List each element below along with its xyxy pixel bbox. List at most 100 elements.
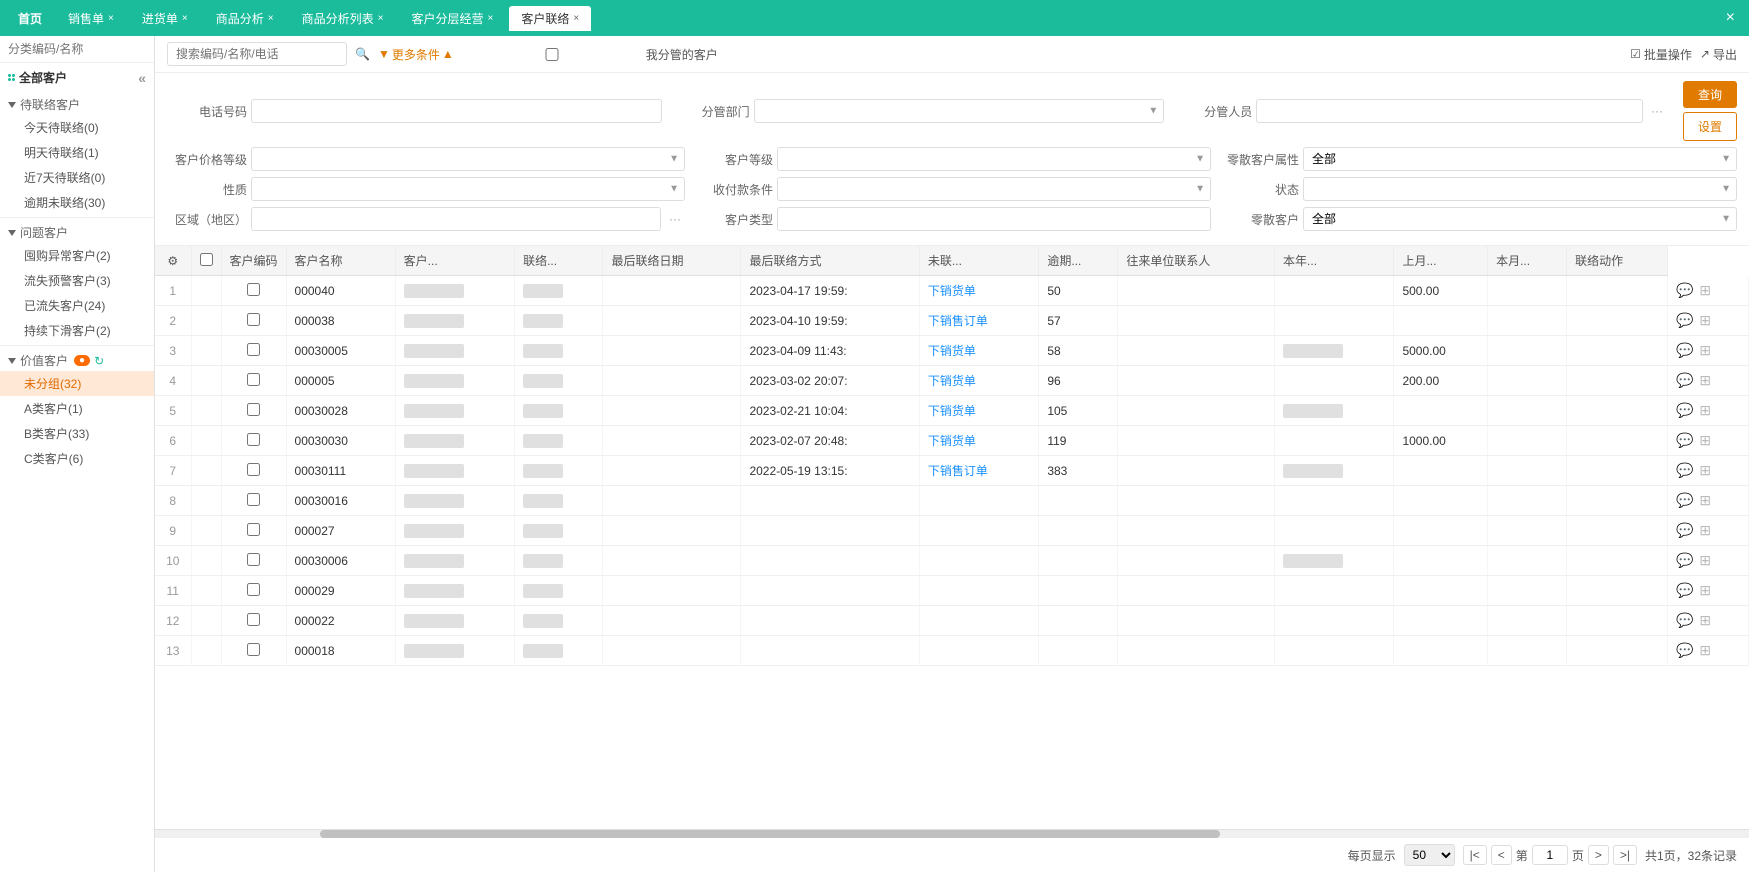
batch-ops-btn[interactable]: ☑ 批量操作 — [1630, 46, 1692, 63]
grade-select[interactable] — [777, 147, 1211, 171]
export-btn[interactable]: ↗ 导出 — [1700, 46, 1737, 63]
nav-tab-3[interactable]: 商品分析列表 × — [290, 6, 396, 31]
grid-action-icon[interactable]: ⊞ — [1699, 582, 1711, 599]
more-conditions-btn[interactable]: ▼ 更多条件 ▲ — [378, 46, 454, 63]
row-checkbox-cell[interactable] — [221, 336, 286, 366]
page-size-select[interactable]: 50 100 — [1404, 844, 1455, 866]
nav-home[interactable]: 首页 — [8, 6, 52, 31]
nav-tab-0[interactable]: 销售单 × — [56, 6, 126, 31]
row-checkbox[interactable] — [247, 313, 260, 326]
refresh-icon[interactable]: ↻ — [94, 354, 104, 368]
row-checkbox-cell[interactable] — [221, 516, 286, 546]
region-dots-icon[interactable]: ··· — [665, 212, 685, 226]
chat-icon[interactable]: 💬 — [1676, 552, 1693, 569]
chat-icon[interactable]: 💬 — [1676, 402, 1693, 419]
close-tab-2-icon[interactable]: × — [268, 13, 274, 24]
sidebar-collapse-btn[interactable]: « — [138, 70, 146, 86]
row-checkbox[interactable] — [247, 343, 260, 356]
col-settings-header[interactable]: ⚙ — [155, 246, 191, 276]
close-tab-4-icon[interactable]: × — [487, 13, 493, 24]
chat-icon[interactable]: 💬 — [1676, 582, 1693, 599]
grid-action-icon[interactable]: ⊞ — [1699, 402, 1711, 419]
row-checkbox[interactable] — [247, 403, 260, 416]
page-next-btn[interactable]: > — [1588, 845, 1609, 865]
sidebar-item-7days[interactable]: 近7天待联络(0) — [0, 165, 154, 190]
page-number-input[interactable] — [1532, 845, 1568, 865]
nature-select[interactable] — [251, 177, 685, 201]
sidebar-item-class-a[interactable]: A类客户(1) — [0, 396, 154, 421]
search-input[interactable] — [167, 42, 347, 66]
cust-type-input[interactable] — [777, 207, 1211, 231]
nav-tab-1[interactable]: 进货单 × — [130, 6, 200, 31]
row-checkbox-cell[interactable] — [221, 546, 286, 576]
sidebar-item-lost[interactable]: 已流失客户(24) — [0, 293, 154, 318]
row-checkbox-cell[interactable] — [221, 606, 286, 636]
chat-icon[interactable]: 💬 — [1676, 372, 1693, 389]
person-dots-icon[interactable]: ··· — [1647, 104, 1667, 118]
grid-action-icon[interactable]: ⊞ — [1699, 552, 1711, 569]
grid-action-icon[interactable]: ⊞ — [1699, 312, 1711, 329]
close-tab-1-icon[interactable]: × — [182, 13, 188, 24]
row-checkbox[interactable] — [247, 463, 260, 476]
phone-input[interactable] — [251, 99, 662, 123]
attr-select[interactable]: 全部 — [1303, 147, 1737, 171]
chat-icon[interactable]: 💬 — [1676, 462, 1693, 479]
chat-icon[interactable]: 💬 — [1676, 282, 1693, 299]
page-last-btn[interactable]: >| — [1613, 845, 1637, 865]
status-select[interactable] — [1303, 177, 1737, 201]
horizontal-scrollbar[interactable] — [155, 829, 1749, 837]
chat-icon[interactable]: 💬 — [1676, 522, 1693, 539]
contact-method-link[interactable]: 下销售订单 — [928, 314, 988, 328]
row-checkbox[interactable] — [247, 583, 260, 596]
grid-action-icon[interactable]: ⊞ — [1699, 462, 1711, 479]
sidebar-item-tomorrow[interactable]: 明天待联络(1) — [0, 140, 154, 165]
row-checkbox-cell[interactable] — [221, 576, 286, 606]
chat-icon[interactable]: 💬 — [1676, 642, 1693, 659]
row-checkbox[interactable] — [247, 433, 260, 446]
row-checkbox[interactable] — [247, 493, 260, 506]
row-checkbox-cell[interactable] — [221, 366, 286, 396]
chat-icon[interactable]: 💬 — [1676, 342, 1693, 359]
close-tab-5-icon[interactable]: × — [573, 13, 579, 24]
contact-method-link[interactable]: 下销货单 — [928, 404, 976, 418]
price-grade-select[interactable] — [251, 147, 685, 171]
row-checkbox[interactable] — [247, 373, 260, 386]
grid-action-icon[interactable]: ⊞ — [1699, 612, 1711, 629]
row-checkbox-cell[interactable] — [221, 276, 286, 306]
chat-icon[interactable]: 💬 — [1676, 612, 1693, 629]
sidebar-item-class-b[interactable]: B类客户(33) — [0, 421, 154, 446]
retail-select[interactable]: 全部 — [1303, 207, 1737, 231]
all-customers-header[interactable]: 全部客户 « — [0, 63, 154, 92]
contact-method-link[interactable]: 下销货单 — [928, 344, 976, 358]
row-checkbox[interactable] — [247, 283, 260, 296]
grid-action-icon[interactable]: ⊞ — [1699, 642, 1711, 659]
pay-select[interactable] — [777, 177, 1211, 201]
row-checkbox[interactable] — [247, 643, 260, 656]
contact-method-link[interactable]: 下销售订单 — [928, 464, 988, 478]
row-checkbox-cell[interactable] — [221, 486, 286, 516]
row-checkbox-cell[interactable] — [221, 426, 286, 456]
filter-search-icon[interactable]: 🔍 — [355, 47, 370, 61]
contact-method-link[interactable]: 下销货单 — [928, 434, 976, 448]
sidebar-item-attrition-warning[interactable]: 流失预警客户(3) — [0, 268, 154, 293]
my-customers-checkbox-label[interactable]: 我分管的客户 — [462, 46, 718, 63]
row-checkbox-cell[interactable] — [221, 396, 286, 426]
chat-icon[interactable]: 💬 — [1676, 312, 1693, 329]
close-all-btn[interactable]: × — [1720, 7, 1741, 29]
sidebar-item-ungroup[interactable]: 未分组(32) — [0, 371, 154, 396]
nav-tab-4[interactable]: 客户分层经营 × — [399, 6, 505, 31]
grid-action-icon[interactable]: ⊞ — [1699, 522, 1711, 539]
col-check-header[interactable] — [191, 246, 221, 276]
contact-method-link[interactable]: 下销货单 — [928, 284, 976, 298]
chat-icon[interactable]: 💬 — [1676, 492, 1693, 509]
scrollbar-thumb[interactable] — [320, 830, 1220, 838]
reset-btn[interactable]: 设置 — [1683, 112, 1737, 141]
grid-action-icon[interactable]: ⊞ — [1699, 372, 1711, 389]
nav-tab-5[interactable]: 客户联络 × — [509, 6, 591, 31]
sidebar-item-declining[interactable]: 持续下滑客户(2) — [0, 318, 154, 343]
row-checkbox-cell[interactable] — [221, 636, 286, 666]
row-checkbox[interactable] — [247, 523, 260, 536]
nav-tab-2[interactable]: 商品分析 × — [204, 6, 286, 31]
grid-action-icon[interactable]: ⊞ — [1699, 432, 1711, 449]
sidebar-item-class-c[interactable]: C类客户(6) — [0, 446, 154, 471]
